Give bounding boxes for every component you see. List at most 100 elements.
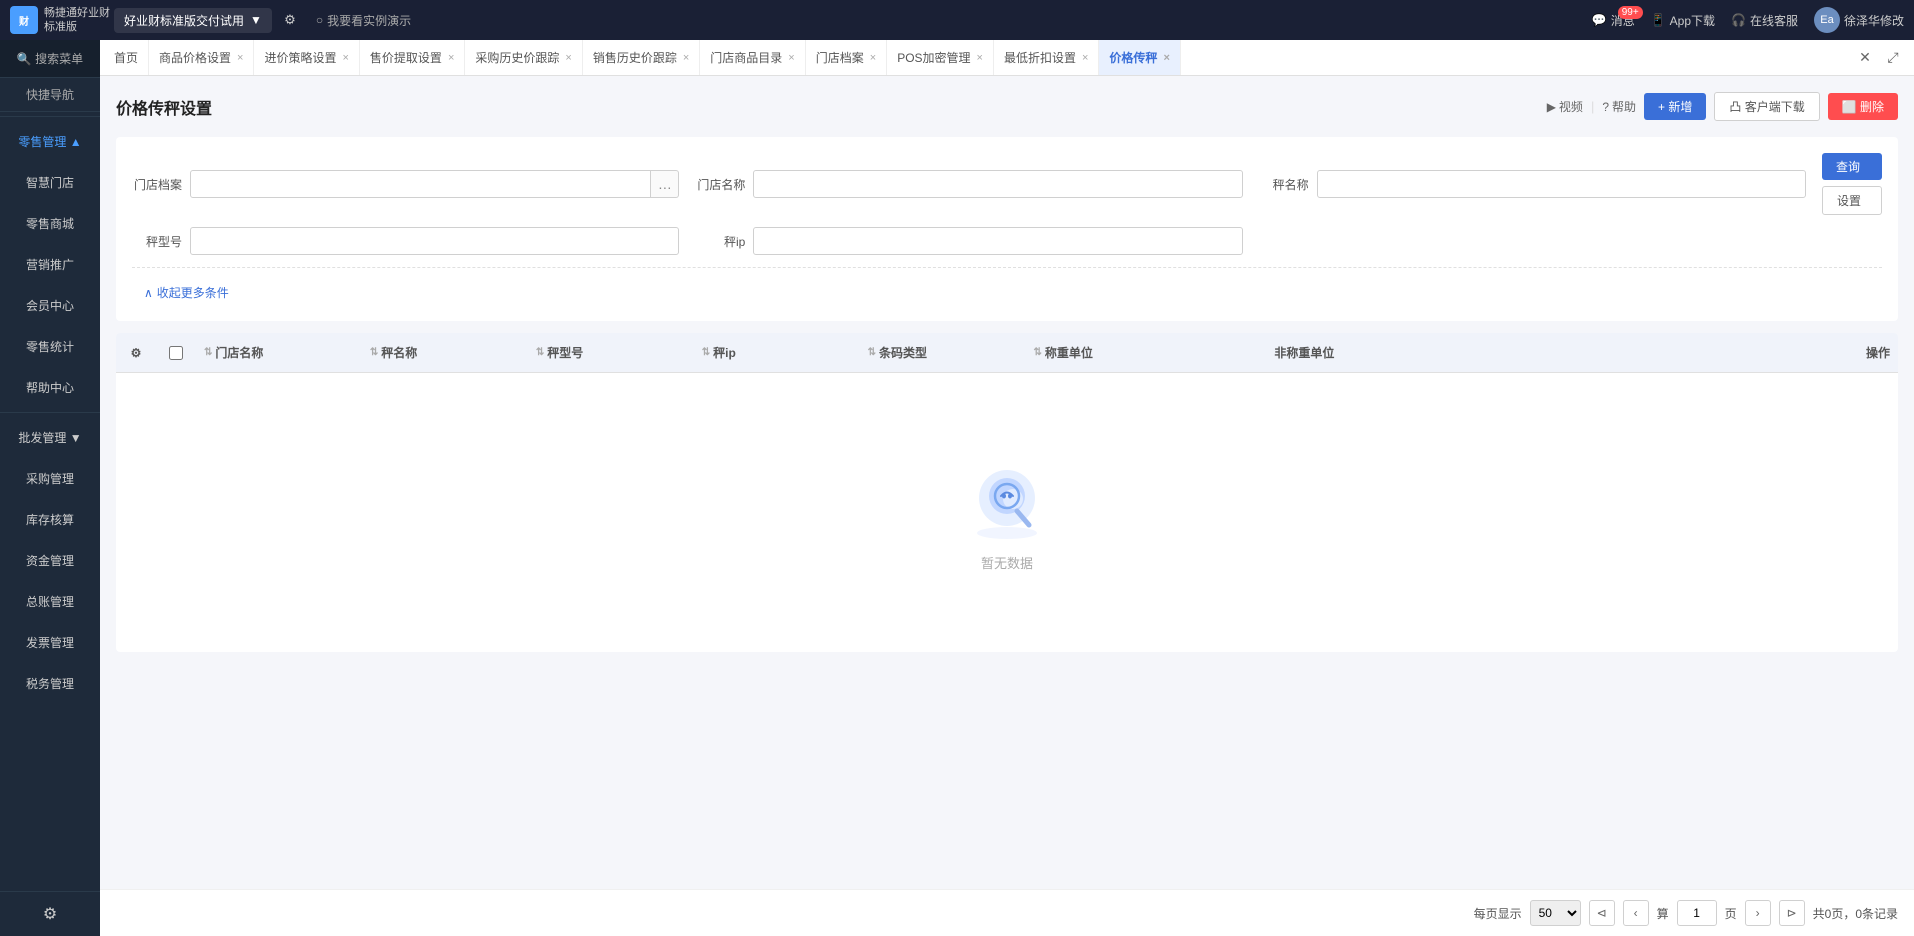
page-size-select[interactable]: 50 20 100 <box>1530 900 1581 926</box>
tab-close-sales-history[interactable]: × <box>683 52 689 64</box>
headset-icon: 🎧 <box>1731 13 1746 27</box>
next-page-button[interactable]: › <box>1745 900 1771 926</box>
sidebar-item-member-center[interactable]: 会员中心 <box>0 285 100 326</box>
tabs-bar: 首页 商品价格设置 × 进价策略设置 × 售价提取设置 × 采购历史价跟踪 × … <box>100 40 1914 76</box>
tab-close-product-price[interactable]: × <box>237 52 243 64</box>
demo-button[interactable]: ○ 我要看实例演示 <box>316 12 411 29</box>
last-page-button[interactable]: ⊳ <box>1779 900 1805 926</box>
prev-page-button[interactable]: ‹ <box>1623 900 1649 926</box>
sidebar-item-retail-mall[interactable]: 零售商城 <box>0 203 100 244</box>
sidebar-item-marketing[interactable]: 营销推广 <box>0 244 100 285</box>
th-weight-unit[interactable]: ⇅ 称重单位 <box>1026 344 1267 361</box>
tab-store-catalog[interactable]: 门店商品目录 × <box>700 40 805 76</box>
tab-product-price[interactable]: 商品价格设置 × <box>149 40 254 76</box>
tab-price-scale[interactable]: 价格传秤 × <box>1099 40 1180 76</box>
sidebar-item-inventory[interactable]: 资金管理 <box>0 540 100 581</box>
tab-close-purchase-strategy[interactable]: × <box>342 52 348 64</box>
th-scale-model[interactable]: ⇅ 秤型号 <box>528 344 694 361</box>
page-size-label: 每页显示 <box>1474 905 1522 922</box>
app-download-button[interactable]: 📱 App下载 <box>1651 12 1715 29</box>
scale-name-input[interactable] <box>1317 170 1806 198</box>
th-barcode-type[interactable]: ⇅ 条码类型 <box>860 344 1026 361</box>
tab-close-min-discount[interactable]: × <box>1082 52 1088 64</box>
scale-ip-input[interactable] <box>753 227 1242 255</box>
expand-tab-button[interactable]: ⤢ <box>1880 45 1906 71</box>
tab-sale-price-extract[interactable]: 售价提取设置 × <box>360 40 465 76</box>
tab-purchase-strategy[interactable]: 进价策略设置 × <box>254 40 359 76</box>
search-icon: 🔍 <box>17 52 32 66</box>
sort-icon-scale-ip: ⇅ <box>702 347 710 358</box>
video-link[interactable]: ▶ 视频 <box>1547 98 1583 115</box>
pagination: 每页显示 50 20 100 ⊲ ‹ 算 页 › ⊳ 共0页，0条记录 <box>100 889 1914 936</box>
tab-purchase-history[interactable]: 采购历史价跟踪 × <box>465 40 582 76</box>
user-menu-button[interactable]: Ea 徐泽华修改 <box>1814 7 1904 33</box>
tab-close-purchase-history[interactable]: × <box>565 52 571 64</box>
sidebar-item-invoice[interactable]: 税务管理 <box>0 663 100 704</box>
th-checkbox[interactable] <box>156 346 196 360</box>
tab-pos-encryption[interactable]: POS加密管理 × <box>887 40 994 76</box>
settings-form-button[interactable]: 设置 <box>1822 186 1882 215</box>
form-item-scale-model: 秤型号 <box>132 227 679 255</box>
store-archive-input-group: … <box>190 170 679 198</box>
sidebar-settings-button[interactable]: ⚙ <box>0 891 100 936</box>
sidebar-divider <box>0 116 100 117</box>
th-non-weight-unit[interactable]: 非称重单位 <box>1266 344 1732 361</box>
online-service-button[interactable]: 🎧 在线客服 <box>1731 12 1798 29</box>
query-button[interactable]: 查询 <box>1822 153 1882 180</box>
version-selector[interactable]: 好业财标准版交付试用 ▼ <box>114 8 272 33</box>
sidebar-search[interactable]: 🔍 搜索菜单 <box>0 40 100 78</box>
close-tab-button[interactable]: ✕ <box>1852 45 1878 71</box>
sidebar-item-tax[interactable] <box>0 704 100 728</box>
scale-name-label: 秤名称 <box>1259 176 1309 193</box>
message-button[interactable]: 💬 消息 99+ <box>1592 12 1635 29</box>
first-page-button[interactable]: ⊲ <box>1589 900 1615 926</box>
sidebar-item-help-center[interactable]: 帮助中心 <box>0 367 100 408</box>
sort-icon-store: ⇅ <box>204 347 212 358</box>
tab-home[interactable]: 首页 <box>104 40 149 76</box>
page-total: 共0页，0条记录 <box>1813 905 1898 922</box>
sidebar-item-ledger[interactable]: 发票管理 <box>0 622 100 663</box>
sidebar-item-wholesale[interactable]: 批发管理 ▼ <box>0 417 100 458</box>
sidebar-quick-nav[interactable]: 快捷导航 <box>0 78 100 112</box>
delete-button[interactable]: ⬜ 删除 <box>1828 93 1898 120</box>
select-all-checkbox[interactable] <box>169 346 183 360</box>
collapse-button[interactable]: ∧ 收起更多条件 <box>132 280 1882 305</box>
tab-sales-history[interactable]: 销售历史价跟踪 × <box>583 40 700 76</box>
store-name-label: 门店名称 <box>695 176 745 193</box>
sort-icon-barcode: ⇅ <box>868 347 876 358</box>
tab-close-price-scale[interactable]: × <box>1163 52 1169 64</box>
th-settings[interactable]: ⚙ <box>116 346 156 360</box>
scale-model-input[interactable] <box>190 227 679 255</box>
tab-close-store-catalog[interactable]: × <box>788 52 794 64</box>
store-archive-ellipsis-button[interactable]: … <box>651 170 679 198</box>
tab-store-archive[interactable]: 门店档案 × <box>806 40 887 76</box>
data-table: ⚙ ⇅ 门店名称 ⇅ 秤名称 ⇅ 秤型号 <box>116 333 1898 652</box>
page-input[interactable] <box>1677 900 1717 926</box>
sidebar-item-ecommerce[interactable]: 采购管理 <box>0 458 100 499</box>
download-client-button[interactable]: 凸 客户端下载 <box>1714 92 1819 121</box>
store-archive-input[interactable] <box>190 170 651 198</box>
store-name-input[interactable] <box>753 170 1242 198</box>
form-row-1: 门店档案 … 门店名称 秤名称 查 <box>132 153 1882 215</box>
th-store-name[interactable]: ⇅ 门店名称 <box>196 344 362 361</box>
tab-close-pos-encryption[interactable]: × <box>977 52 983 64</box>
form-item-scale-ip: 秤ip <box>695 227 1242 255</box>
play-icon: ○ <box>316 13 323 27</box>
form-item-store-archive: 门店档案 … <box>132 170 679 198</box>
sidebar-item-retail-stats[interactable]: 零售统计 <box>0 326 100 367</box>
th-scale-name[interactable]: ⇅ 秤名称 <box>362 344 528 361</box>
th-scale-ip[interactable]: ⇅ 秤ip <box>694 344 860 361</box>
sidebar-item-finance[interactable]: 总账管理 <box>0 581 100 622</box>
sidebar-item-smart-store[interactable]: 智慧门店 <box>0 162 100 203</box>
tab-close-sale-price-extract[interactable]: × <box>448 52 454 64</box>
play-circle-icon: ▶ <box>1547 100 1556 114</box>
tab-min-discount[interactable]: 最低折扣设置 × <box>994 40 1099 76</box>
tab-close-store-archive[interactable]: × <box>870 52 876 64</box>
form-row-2: 秤型号 秤ip <box>132 227 1882 255</box>
add-button[interactable]: + 新增 <box>1644 93 1706 120</box>
message-icon: 💬 <box>1592 13 1607 27</box>
sidebar-item-purchase[interactable]: 库存核算 <box>0 499 100 540</box>
settings-icon[interactable]: ⚙ <box>276 6 304 34</box>
sidebar-item-retail-management[interactable]: 零售管理 ▲ <box>0 121 100 162</box>
help-link[interactable]: ? 帮助 <box>1602 98 1636 115</box>
